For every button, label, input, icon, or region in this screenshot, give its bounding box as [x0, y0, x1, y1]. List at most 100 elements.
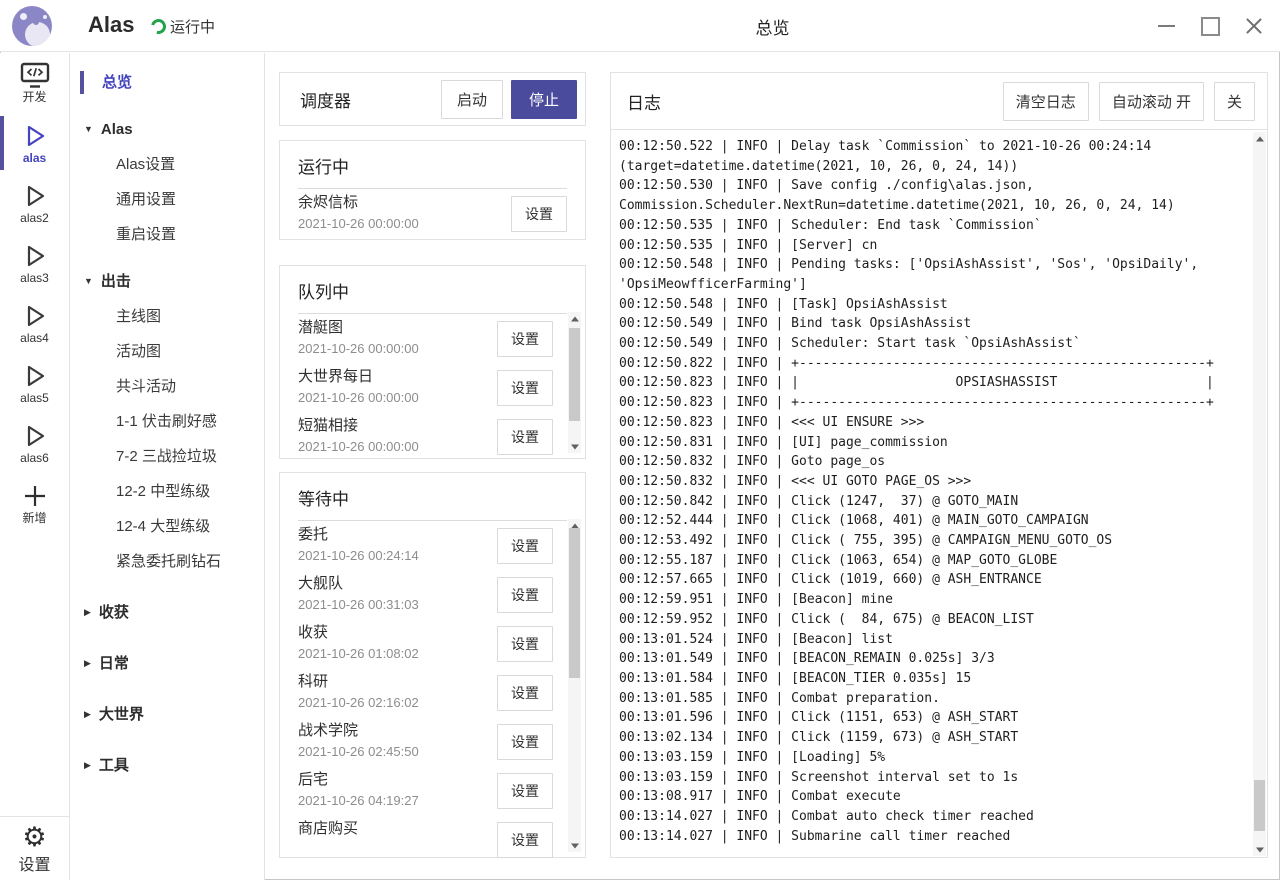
nav-item[interactable]: ▼Alas — [70, 112, 264, 147]
sidebar-item-alas2[interactable]: alas2 — [0, 173, 69, 233]
close-button[interactable] — [1232, 4, 1276, 48]
minimize-button[interactable] — [1144, 4, 1188, 48]
nav-item[interactable]: 1-1 伏击刷好感 — [70, 404, 264, 439]
sidebar-item-dev[interactable]: 开发 — [0, 53, 69, 113]
sidebar-item-label: alas — [23, 151, 46, 165]
nav-item-label: 总览 — [102, 74, 132, 91]
nav-item[interactable]: 紧急委托刷钻石 — [70, 544, 264, 579]
log-line: 00:12:53.492 | INFO | Click ( 755, 395) … — [619, 531, 1247, 551]
log-scrollbar[interactable] — [1253, 132, 1266, 856]
scroll-down-arrow[interactable] — [568, 440, 581, 453]
sidebar-item-label: alas2 — [20, 211, 49, 225]
log-line: 00:12:50.548 | INFO | Pending tasks: ['O… — [619, 255, 1247, 275]
nav-item[interactable]: ▶日常 — [70, 646, 264, 681]
log-line: 00:13:01.585 | INFO | Combat preparation… — [619, 689, 1247, 709]
start-button[interactable]: 启动 — [441, 80, 503, 119]
task-setting-button[interactable]: 设置 — [497, 528, 553, 564]
task-setting-button[interactable]: 设置 — [511, 196, 567, 232]
autoscroll-off-button[interactable]: 关 — [1214, 82, 1255, 121]
log-line: 00:12:50.823 | INFO | +-----------------… — [619, 393, 1247, 413]
log-line: 00:12:50.823 | INFO | <<< UI ENSURE >>> — [619, 413, 1247, 433]
task-setting-button[interactable]: 设置 — [497, 419, 553, 455]
nav-item[interactable]: Alas设置 — [70, 147, 264, 182]
task-setting-button[interactable]: 设置 — [497, 321, 553, 357]
nav-item[interactable]: 12-2 中型练级 — [70, 474, 264, 509]
nav-item-label: 12-4 大型练级 — [116, 518, 210, 535]
nav-item[interactable]: 活动图 — [70, 334, 264, 369]
nav-item[interactable]: 通用设置 — [70, 182, 264, 217]
waiting-title: 等待中 — [298, 485, 567, 521]
nav-item-label: 12-2 中型练级 — [116, 483, 210, 500]
sidebar-item-alas4[interactable]: alas4 — [0, 293, 69, 353]
task-setting-button[interactable]: 设置 — [497, 577, 553, 613]
task-setting-button[interactable]: 设置 — [497, 822, 553, 858]
log-line: 00:12:55.187 | INFO | Click (1063, 654) … — [619, 551, 1247, 571]
log-line: 00:13:02.134 | INFO | Click (1159, 673) … — [619, 728, 1247, 748]
nav-item[interactable]: ▼出击 — [70, 264, 264, 299]
pending-title: 队列中 — [298, 278, 567, 314]
nav-item-label: 1-1 伏击刷好感 — [116, 413, 217, 430]
sidebar-item-alas[interactable]: alas — [0, 113, 69, 173]
scroll-up-arrow[interactable] — [568, 312, 581, 325]
scheduler-panel: 调度器 启动 停止 — [279, 72, 586, 126]
log-line: 00:13:14.027 | INFO | Submarine call tim… — [619, 827, 1247, 847]
task-setting-button[interactable]: 设置 — [497, 724, 553, 760]
scrollbar-thumb[interactable] — [569, 528, 580, 678]
sidebar-item-alas3[interactable]: alas3 — [0, 233, 69, 293]
scheduler-status: 运行中 — [151, 0, 215, 52]
task-setting-button[interactable]: 设置 — [497, 675, 553, 711]
stop-button[interactable]: 停止 — [511, 80, 577, 119]
log-line: 00:12:52.444 | INFO | Click (1068, 401) … — [619, 511, 1247, 531]
autoscroll-on-button[interactable]: 自动滚动 开 — [1099, 82, 1204, 121]
log-line: 'OpsiMeowfficerFarming'] — [619, 275, 1247, 295]
nav-item-label: 主线图 — [116, 308, 161, 325]
log-line: 00:13:03.159 | INFO | Screenshot interva… — [619, 768, 1247, 788]
log-line: 00:13:01.549 | INFO | [BEACON_REMAIN 0.0… — [619, 649, 1247, 669]
task-item: 余烬信标 2021-10-26 00:00:00 设置 — [298, 189, 567, 238]
nav-item[interactable]: 7-2 三战捡垃圾 — [70, 439, 264, 474]
log-title: 日志 — [627, 89, 661, 114]
plus-icon — [21, 482, 49, 510]
nav-item-label: 日常 — [99, 655, 129, 672]
nav-item[interactable]: ▶收获 — [70, 595, 264, 630]
nav-item[interactable]: 共斗活动 — [70, 369, 264, 404]
maximize-button[interactable] — [1188, 4, 1232, 48]
pending-task-list: 潜艇图 2021-10-26 00:00:00 设置 大世界每日 2021-10… — [298, 314, 567, 462]
log-line: (target=datetime.datetime(2021, 10, 26, … — [619, 157, 1247, 177]
log-line: 00:12:50.548 | INFO | [Task] OpsiAshAssi… — [619, 295, 1247, 315]
sidebar-item-settings[interactable]: ⚙ 设置 — [0, 816, 69, 880]
scrollbar-thumb[interactable] — [569, 328, 580, 421]
nav-item[interactable]: 总览 — [70, 65, 264, 100]
play-icon — [21, 302, 49, 330]
scheduler-title: 调度器 — [300, 87, 351, 112]
task-setting-button[interactable]: 设置 — [497, 626, 553, 662]
play-icon — [21, 122, 49, 150]
play-icon — [21, 182, 49, 210]
sidebar-item-label: alas5 — [20, 391, 49, 405]
sidebar-item-alas6[interactable]: alas6 — [0, 413, 69, 473]
nav-item[interactable]: 主线图 — [70, 299, 264, 334]
task-item: 战术学院 2021-10-26 02:45:50 设置 — [298, 717, 567, 766]
clear-log-button[interactable]: 清空日志 — [1003, 82, 1089, 121]
nav-item[interactable]: 12-4 大型练级 — [70, 509, 264, 544]
nav-item-label: 通用设置 — [116, 191, 176, 208]
sidebar-item-add[interactable]: 新增 — [0, 473, 69, 533]
waiting-panel: 等待中 委托 2021-10-26 00:24:14 设置 大舰队 2021-1… — [279, 472, 586, 858]
nav-item-label: Alas — [101, 121, 133, 138]
nav-item[interactable]: 重启设置 — [70, 217, 264, 252]
nav-menu: 总览 ▼Alas Alas设置 通用设置 重启设置 ▼出击 主线图 — [70, 53, 265, 880]
scrollbar-thumb[interactable] — [1254, 780, 1265, 831]
play-icon — [21, 422, 49, 450]
scroll-down-arrow[interactable] — [568, 839, 581, 852]
waiting-scrollbar[interactable] — [568, 519, 581, 852]
scroll-up-arrow[interactable] — [1253, 132, 1266, 145]
task-setting-button[interactable]: 设置 — [497, 370, 553, 406]
sidebar-item-alas5[interactable]: alas5 — [0, 353, 69, 413]
task-setting-button[interactable]: 设置 — [497, 773, 553, 809]
running-panel: 运行中 余烬信标 2021-10-26 00:00:00 设置 — [279, 140, 586, 240]
scroll-down-arrow[interactable] — [1253, 843, 1266, 856]
nav-item[interactable]: ▶工具 — [70, 748, 264, 783]
nav-item[interactable]: ▶大世界 — [70, 697, 264, 732]
play-icon — [21, 362, 49, 390]
pending-scrollbar[interactable] — [568, 312, 581, 453]
